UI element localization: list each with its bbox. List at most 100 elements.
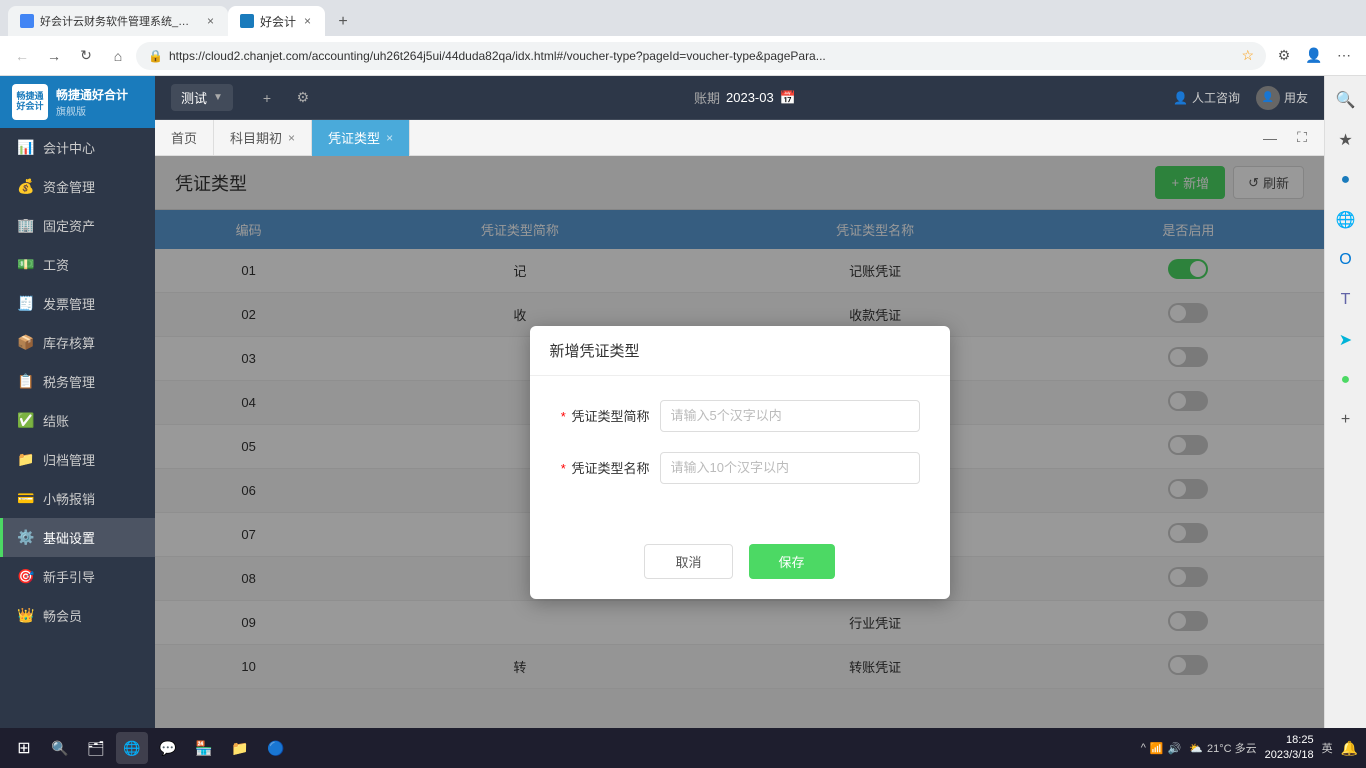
sidebar-header: 畅捷通好会计 畅捷通好合计 旗舰版	[0, 76, 155, 128]
sidebar-item-label-salary: 工资	[43, 255, 69, 274]
taskbar-wechat-button[interactable]: 💬	[152, 732, 184, 764]
taskbar-files-button[interactable]: 📁	[224, 732, 256, 764]
forward-button[interactable]: →	[40, 42, 68, 70]
name-input[interactable]	[660, 452, 920, 484]
right-panel-green-btn[interactable]: ●	[1330, 364, 1362, 396]
taskbar: ⊞ 🔍 🗂 🌐 💬 🏪 📁 🔵 ^ 📶 🔊 ⛅ 21°C 多云 18:25 20…	[0, 728, 1366, 768]
tab-maximize-button[interactable]: ⛶	[1288, 124, 1316, 152]
extensions-button[interactable]: ⚙	[1270, 42, 1298, 70]
page-tab-home[interactable]: 首页	[155, 120, 214, 156]
sidebar-item-inventory[interactable]: 📦 库存核算	[0, 323, 155, 362]
invoice-icon: 🧾	[17, 295, 35, 313]
sidebar-item-tax[interactable]: 📋 税务管理	[0, 362, 155, 401]
abbr-input[interactable]	[660, 400, 920, 432]
right-panel-outlook-btn[interactable]: O	[1330, 244, 1362, 276]
period-info: 账期 2023-03 📅	[694, 88, 796, 107]
period-value: 2023-03	[726, 90, 774, 105]
profile-button[interactable]: 👤	[1300, 42, 1328, 70]
required-star-abbr: *	[561, 409, 566, 424]
page-tab-voucher-type[interactable]: 凭证类型 ×	[312, 120, 410, 156]
page-tab-subject-period-label: 科目期初	[230, 128, 282, 147]
sidebar-item-archive[interactable]: 📁 归档管理	[0, 440, 155, 479]
right-panel-teams-btn[interactable]: T	[1330, 284, 1362, 316]
consult-label: 人工咨询	[1192, 89, 1240, 106]
tab-close-2[interactable]: ×	[302, 12, 313, 30]
page-tab-voucher-type-close[interactable]: ×	[386, 131, 393, 145]
tab-favicon-2	[240, 14, 254, 28]
right-panel-circle-btn[interactable]: ●	[1330, 164, 1362, 196]
page-tab-subject-period[interactable]: 科目期初 ×	[214, 120, 312, 156]
lock-icon: 🔒	[148, 49, 163, 63]
tab-favicon-1	[20, 14, 34, 28]
cancel-button[interactable]: 取消	[644, 544, 732, 579]
user-label: 用友	[1284, 89, 1308, 106]
browser-tab-2[interactable]: 好会计 ×	[228, 6, 325, 36]
consult-button[interactable]: 👤 人工咨询	[1173, 89, 1240, 106]
calendar-icon[interactable]: 📅	[780, 90, 796, 106]
sidebar-item-expense[interactable]: 💳 小畅报销	[0, 479, 155, 518]
form-row-name: * 凭证类型名称	[560, 452, 920, 484]
sidebar-item-member[interactable]: 👑 畅会员	[0, 596, 155, 635]
sidebar-item-fixed-assets[interactable]: 🏢 固定资产	[0, 206, 155, 245]
menu-button[interactable]: ⋯	[1330, 42, 1358, 70]
add-workspace-button[interactable]: +	[253, 84, 281, 112]
sidebar-brand: 畅捷通好合计 旗舰版	[56, 86, 128, 118]
right-panel-star-btn[interactable]: ★	[1330, 124, 1362, 156]
taskbar-start-button[interactable]: ⊞	[8, 732, 40, 764]
notification-button[interactable]: 🔔	[1341, 740, 1358, 757]
sidebar-item-label-settings: 基础设置	[43, 528, 95, 547]
volume-icon[interactable]: 🔊	[1168, 742, 1182, 755]
tax-icon: 📋	[17, 373, 35, 391]
capital-icon: 💰	[17, 178, 35, 196]
right-panel-search-btn[interactable]: 🔍	[1330, 84, 1362, 116]
sidebar-item-label-capital: 资金管理	[43, 177, 95, 196]
address-text: https://cloud2.chanjet.com/accounting/uh…	[169, 49, 1235, 63]
sidebar-item-checkout[interactable]: ✅ 结账	[0, 401, 155, 440]
sidebar-item-dashboard[interactable]: 📊 会计中心	[0, 128, 155, 167]
fixed-assets-icon: 🏢	[17, 217, 35, 235]
period-label: 账期	[694, 88, 720, 107]
workspace-selector[interactable]: 测试 ▼	[171, 84, 233, 111]
right-panel-arrow-btn[interactable]: ➤	[1330, 324, 1362, 356]
sidebar-item-invoice[interactable]: 🧾 发票管理	[0, 284, 155, 323]
sidebar-item-label-expense: 小畅报销	[43, 489, 95, 508]
date-display: 2023/3/18	[1265, 748, 1314, 763]
address-bar[interactable]: 🔒 https://cloud2.chanjet.com/accounting/…	[136, 42, 1266, 70]
archive-icon: 📁	[17, 451, 35, 469]
bookmark-icon[interactable]: ☆	[1241, 47, 1254, 64]
taskbar-search-button[interactable]: 🔍	[44, 732, 76, 764]
taskbar-taskview-button[interactable]: 🗂	[80, 732, 112, 764]
lang-indicator[interactable]: 英	[1322, 740, 1333, 756]
user-button[interactable]: 👤 用友	[1256, 86, 1308, 110]
chevron-up-icon[interactable]: ^	[1141, 742, 1146, 754]
user-avatar: 👤	[1256, 86, 1280, 110]
sidebar-item-label-dashboard: 会计中心	[43, 138, 95, 157]
settings-header-button[interactable]: ⚙	[289, 84, 317, 112]
sidebar-item-capital[interactable]: 💰 资金管理	[0, 167, 155, 206]
right-panel: 🔍 ★ ● 🌐 O T ➤ ● + ⚙	[1324, 76, 1366, 768]
refresh-button[interactable]: ↻	[72, 42, 100, 70]
member-icon: 👑	[17, 607, 35, 625]
home-button[interactable]: ⌂	[104, 42, 132, 70]
browser-tab-1[interactable]: 好会计云财务软件管理系统_会计 ×	[8, 6, 228, 36]
sidebar-item-guide[interactable]: 🎯 新手引导	[0, 557, 155, 596]
new-tab-button[interactable]: +	[329, 8, 357, 36]
tab-close-1[interactable]: ×	[205, 12, 216, 30]
save-button[interactable]: 保存	[749, 544, 835, 579]
right-panel-add-btn[interactable]: +	[1330, 404, 1362, 436]
taskbar-edge-button[interactable]: 🌐	[116, 732, 148, 764]
back-button[interactable]: ←	[8, 42, 36, 70]
page-tab-subject-period-close[interactable]: ×	[288, 131, 295, 145]
sidebar-item-settings[interactable]: ⚙️ 基础设置	[0, 518, 155, 557]
taskbar-store-button[interactable]: 🏪	[188, 732, 220, 764]
sidebar-item-salary[interactable]: 💵 工资	[0, 245, 155, 284]
modal-overlay: 新增凭证类型 * 凭证类型简称	[155, 156, 1324, 768]
form-label-abbr: * 凭证类型简称	[560, 406, 660, 425]
right-panel-globe-btn[interactable]: 🌐	[1330, 204, 1362, 236]
taskbar-chrome-button[interactable]: 🔵	[260, 732, 292, 764]
add-voucher-type-modal: 新增凭证类型 * 凭证类型简称	[530, 326, 950, 599]
network-icon[interactable]: 📶	[1150, 742, 1164, 755]
consult-icon: 👤	[1173, 91, 1188, 105]
salary-icon: 💵	[17, 256, 35, 274]
tab-minimize-button[interactable]: —	[1256, 124, 1284, 152]
